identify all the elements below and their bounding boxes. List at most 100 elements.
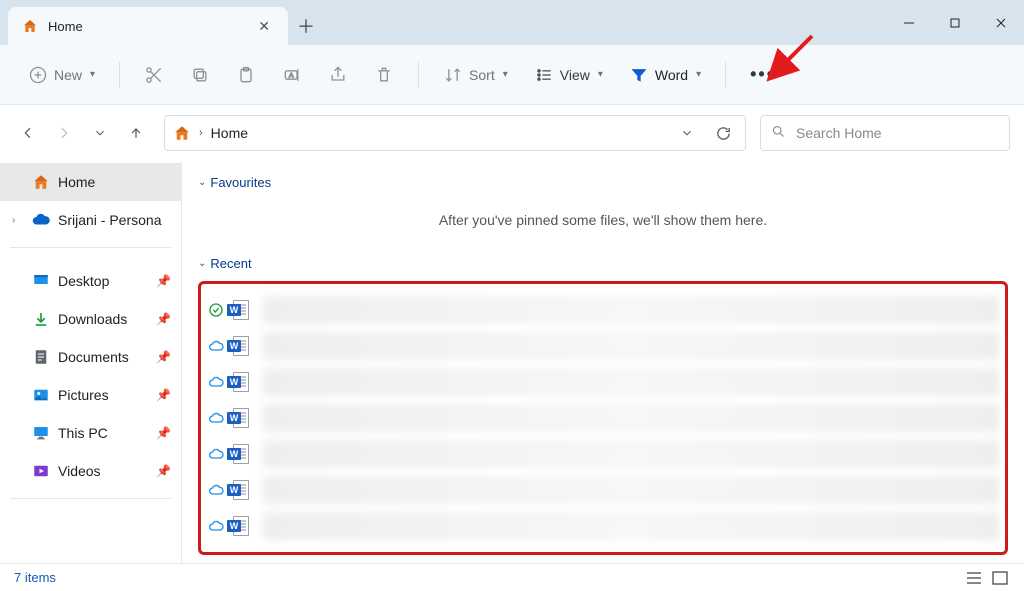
breadcrumb-home[interactable]: Home (211, 125, 248, 141)
new-button[interactable]: New ▾ (18, 57, 105, 93)
view-label: View (560, 67, 590, 83)
recent-file-row[interactable]: W (207, 292, 999, 328)
cloud-icon (207, 481, 225, 499)
nav-arrows (14, 119, 150, 147)
recent-file-row[interactable]: W (207, 328, 999, 364)
sidebar-item-onedrive[interactable]: › Srijani - Persona (0, 201, 181, 239)
recent-locations-button[interactable] (86, 119, 114, 147)
address-row: › Home (0, 105, 1024, 161)
sidebar-item-documents[interactable]: Documents 📌 (0, 338, 181, 376)
back-button[interactable] (14, 119, 42, 147)
chevron-right-icon: › (199, 127, 203, 139)
close-window-button[interactable] (978, 0, 1024, 45)
sidebar-item-home[interactable]: Home (0, 163, 181, 201)
sidebar-item-label: Downloads (58, 311, 127, 327)
up-button[interactable] (122, 119, 150, 147)
cloud-icon (207, 517, 225, 535)
recent-files-highlight-box: WWWWWWW (198, 281, 1008, 555)
rename-button[interactable]: A (272, 57, 312, 93)
pin-icon: 📌 (156, 426, 171, 440)
chevron-down-icon: ▾ (598, 69, 603, 80)
content-pane: ⌄ Favourites After you've pinned some fi… (182, 161, 1024, 563)
view-mode-toggles (964, 569, 1010, 587)
tiles-view-button[interactable] (990, 569, 1010, 587)
favourites-empty-message: After you've pinned some files, we'll sh… (198, 212, 1008, 228)
pin-icon: 📌 (156, 312, 171, 326)
minimize-button[interactable] (886, 0, 932, 45)
delete-button[interactable] (364, 57, 404, 93)
redacted-filename (263, 404, 999, 432)
rename-icon: A (282, 65, 302, 85)
chevron-down-icon: ▾ (503, 69, 508, 80)
cut-button[interactable] (134, 57, 174, 93)
check-circle-icon (207, 301, 225, 319)
item-count: 7 items (14, 570, 56, 585)
redacted-filename (263, 368, 999, 396)
copy-icon (190, 65, 210, 85)
chevron-down-icon: ⌄ (198, 258, 206, 269)
view-button[interactable]: View ▾ (524, 57, 613, 93)
sort-icon (443, 65, 463, 85)
share-button[interactable] (318, 57, 358, 93)
sidebar-item-videos[interactable]: Videos 📌 (0, 452, 181, 490)
sidebar-item-pictures[interactable]: Pictures 📌 (0, 376, 181, 414)
copy-button[interactable] (180, 57, 220, 93)
cloud-icon (207, 337, 225, 355)
svg-text:A: A (289, 72, 294, 79)
sidebar-item-downloads[interactable]: Downloads 📌 (0, 300, 181, 338)
search-icon (771, 124, 786, 142)
recent-file-row[interactable]: W (207, 400, 999, 436)
cloud-icon (207, 445, 225, 463)
recent-file-row[interactable]: W (207, 508, 999, 544)
pictures-icon (32, 386, 50, 404)
filter-button[interactable]: Word ▾ (619, 57, 711, 93)
section-label: Recent (210, 256, 251, 271)
tab-home[interactable]: Home ✕ (8, 7, 288, 45)
new-tab-button[interactable]: ＋ (288, 7, 324, 45)
download-icon (32, 310, 50, 328)
recent-file-row[interactable]: W (207, 364, 999, 400)
sidebar-item-label: Desktop (58, 273, 109, 289)
redacted-filename (263, 332, 999, 360)
paste-button[interactable] (226, 57, 266, 93)
home-icon (22, 18, 38, 34)
ellipsis-icon: ••• (750, 64, 775, 85)
word-document-icon: W (231, 299, 251, 321)
monitor-icon (32, 424, 50, 442)
section-label: Favourites (210, 175, 271, 190)
plus-circle-icon (28, 65, 48, 85)
sidebar-item-desktop[interactable]: Desktop 📌 (0, 262, 181, 300)
sidebar: Home › Srijani - Persona Desktop 📌 Downl… (0, 161, 182, 563)
search-box[interactable] (760, 115, 1010, 151)
dropdown-icon[interactable] (673, 119, 701, 147)
sidebar-item-label: This PC (58, 425, 108, 441)
desktop-icon (32, 272, 50, 290)
more-button[interactable]: ••• (740, 57, 785, 93)
word-document-icon: W (231, 479, 251, 501)
maximize-button[interactable] (932, 0, 978, 45)
forward-button[interactable] (50, 119, 78, 147)
recent-file-row[interactable]: W (207, 436, 999, 472)
video-icon (32, 462, 50, 480)
tabs: Home ✕ ＋ (0, 0, 324, 45)
section-recent-header[interactable]: ⌄ Recent (198, 256, 1008, 271)
pin-icon: 📌 (156, 274, 171, 288)
window-controls (886, 0, 1024, 45)
details-view-button[interactable] (964, 569, 984, 587)
refresh-button[interactable] (709, 119, 737, 147)
sort-label: Sort (469, 67, 495, 83)
address-bar[interactable]: › Home (164, 115, 746, 151)
sidebar-item-thispc[interactable]: This PC 📌 (0, 414, 181, 452)
pin-icon: 📌 (156, 350, 171, 364)
word-document-icon: W (231, 335, 251, 357)
sidebar-item-label: Srijani - Persona (58, 212, 162, 228)
sort-button[interactable]: Sort ▾ (433, 57, 518, 93)
chevron-down-icon: ⌄ (198, 177, 206, 188)
search-input[interactable] (796, 125, 999, 141)
statusbar: 7 items (0, 563, 1024, 591)
section-favourites-header[interactable]: ⌄ Favourites (198, 175, 1008, 190)
close-icon[interactable]: ✕ (254, 16, 274, 37)
redacted-filename (263, 440, 999, 468)
recent-file-row[interactable]: W (207, 472, 999, 508)
home-icon (173, 124, 191, 142)
